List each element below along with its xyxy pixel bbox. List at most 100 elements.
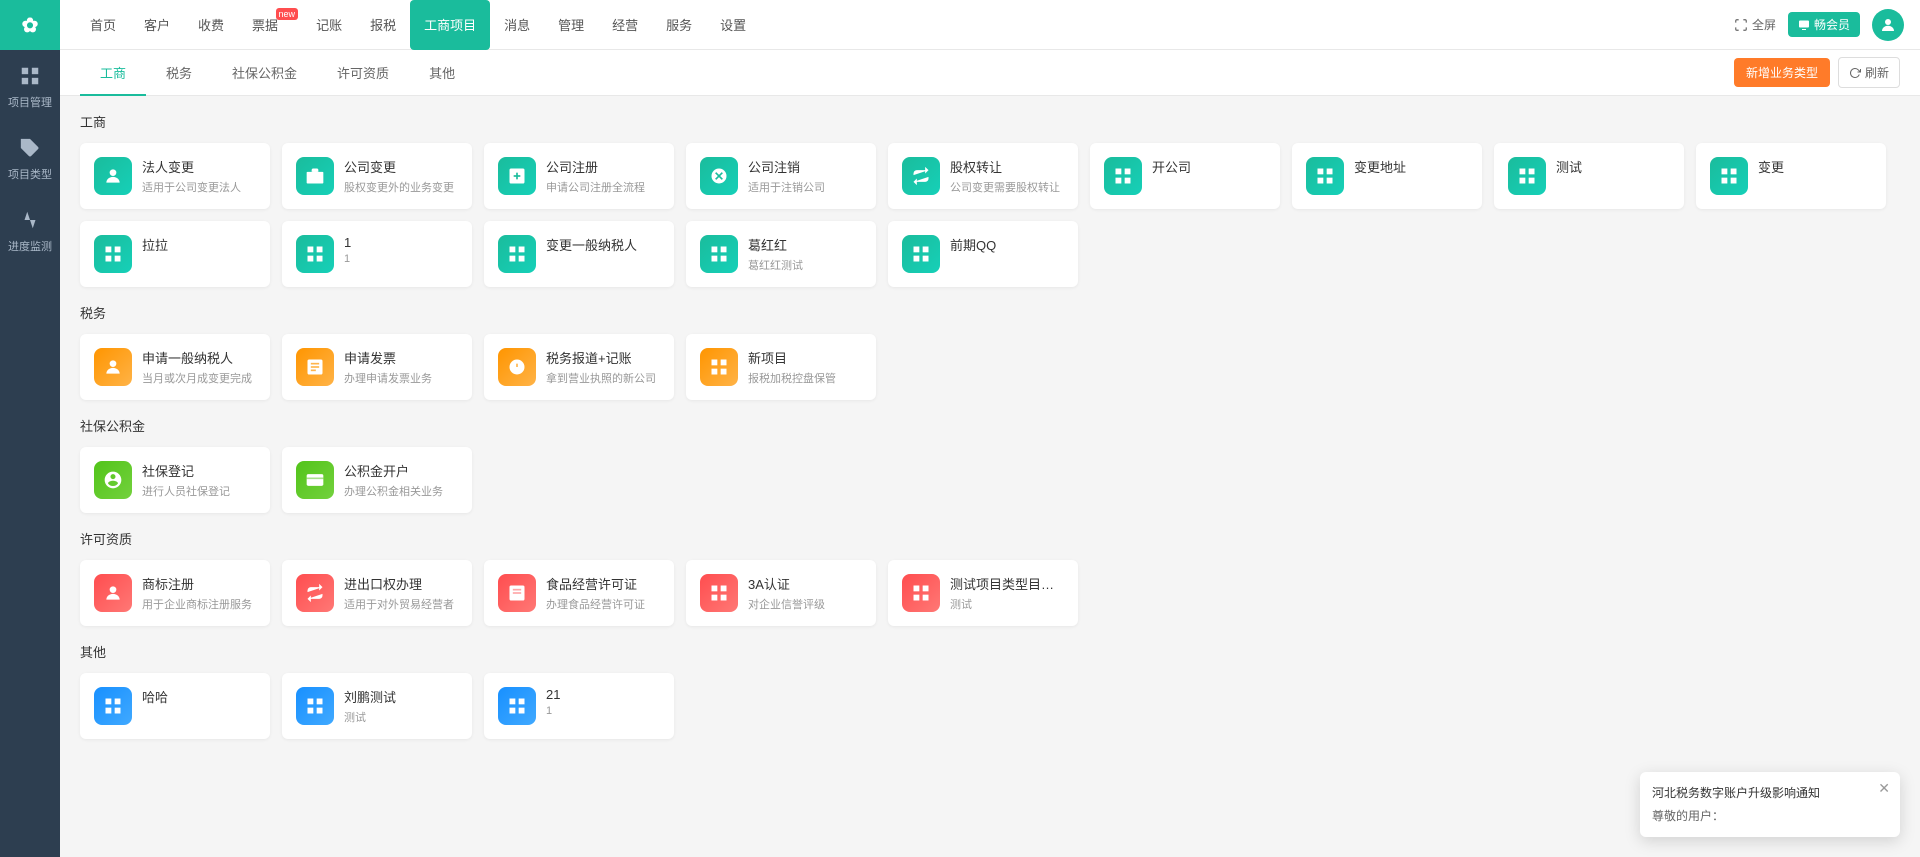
nav-bizreg[interactable]: 工商项目 (410, 0, 490, 50)
card-apply-taxpayer[interactable]: 申请一般纳税人 当月或次月成变更完成 (80, 334, 270, 400)
card-liupeng-test[interactable]: 刘鹏测试 测试 (282, 673, 472, 739)
card-equity-transfer[interactable]: 股权转让 公司变更需要股权转让 (888, 143, 1078, 209)
card-info-twentyone: 21 1 (546, 687, 660, 717)
topnav-right: 全屏 畅会员 (1734, 9, 1904, 41)
notification-close-btn[interactable]: ✕ (1878, 780, 1890, 797)
main-container: 首页 客户 收费 票据new 记账 报税 工商项目 消息 管理 经营 服务 设置… (60, 0, 1920, 857)
card-info-social-reg: 社保登记 进行人员社保登记 (142, 461, 256, 499)
card-3a-cert[interactable]: 3A认证 对企业信誉评级 (686, 560, 876, 626)
cards-grid-xuke: 商标注册 用于企业商标注册服务 进出口权办理 适用于对外贸易经营者 (80, 560, 1900, 626)
card-one[interactable]: 1 1 (282, 221, 472, 287)
nav-customers[interactable]: 客户 (130, 0, 184, 50)
card-name-change: 变更 (1758, 157, 1872, 176)
nav-management[interactable]: 管理 (544, 0, 598, 50)
card-apply-invoice[interactable]: 申请发票 办理申请发票业务 (282, 334, 472, 400)
card-info-one: 1 1 (344, 235, 458, 265)
card-name-legal-change: 法人变更 (142, 157, 256, 176)
card-name-open-company: 开公司 (1152, 157, 1266, 176)
card-icon-liupeng-test (296, 687, 334, 725)
nav-tax[interactable]: 报税 (356, 0, 410, 50)
card-lala[interactable]: 拉拉 (80, 221, 270, 287)
sidebar-item-project-type[interactable]: 项目类型 (0, 122, 60, 194)
nav-home[interactable]: 首页 (76, 0, 130, 50)
nav-settings[interactable]: 设置 (706, 0, 760, 50)
card-name-test-type: 测试项目类型目定义 (950, 574, 1064, 593)
tab-shuiwu[interactable]: 税务 (146, 50, 212, 96)
card-desc-food-license: 办理食品经营许可证 (546, 596, 660, 612)
card-desc-new-project: 报税加税控盘保管 (748, 370, 862, 386)
card-import-export[interactable]: 进出口权办理 适用于对外贸易经营者 (282, 560, 472, 626)
card-test-type[interactable]: 测试项目类型目定义 测试 (888, 560, 1078, 626)
sidebar-item-project-mgmt[interactable]: 项目管理 (0, 50, 60, 122)
cards-grid-shebao: 社保登记 进行人员社保登记 公积金开户 办理公积金相关业务 (80, 447, 1900, 513)
card-company-cancel[interactable]: 公司注销 适用于注销公司 (686, 143, 876, 209)
card-name-import-export: 进出口权办理 (344, 574, 458, 593)
tab-gongshang[interactable]: 工商 (80, 50, 146, 96)
card-change-taxpayer[interactable]: 变更一般纳税人 (484, 221, 674, 287)
section-title-xuke: 许可资质 (80, 529, 1900, 548)
card-company-reg[interactable]: 公司注册 申请公司注册全流程 (484, 143, 674, 209)
card-name-haha: 哈哈 (142, 687, 256, 706)
nav-tickets[interactable]: 票据new (238, 0, 302, 50)
card-haha[interactable]: 哈哈 (80, 673, 270, 739)
nav-accounting[interactable]: 记账 (302, 0, 356, 50)
card-test[interactable]: 测试 (1494, 143, 1684, 209)
card-name-change-taxpayer: 变更一般纳税人 (546, 235, 660, 254)
vip-label: 畅会员 (1814, 16, 1850, 33)
sidebar-item-progress-monitor[interactable]: 进度监测 (0, 194, 60, 266)
card-icon-fund-open (296, 461, 334, 499)
card-info-change-address: 变更地址 (1354, 157, 1468, 179)
card-change-address[interactable]: 变更地址 (1292, 143, 1482, 209)
card-icon-apply-taxpayer (94, 348, 132, 386)
tab-shebao[interactable]: 社保公积金 (212, 50, 317, 96)
tabs-actions: 新增业务类型 刷新 (1734, 57, 1900, 88)
card-icon-twentyone (498, 687, 536, 725)
card-info-apply-invoice: 申请发票 办理申请发票业务 (344, 348, 458, 386)
card-new-project[interactable]: 新项目 报税加税控盘保管 (686, 334, 876, 400)
user-avatar[interactable] (1872, 9, 1904, 41)
logo: ✿ (0, 0, 60, 50)
card-icon-apply-invoice (296, 348, 334, 386)
topnav: 首页 客户 收费 票据new 记账 报税 工商项目 消息 管理 经营 服务 设置… (60, 0, 1920, 50)
card-legal-change[interactable]: 法人变更 适用于公司变更法人 (80, 143, 270, 209)
card-open-company[interactable]: 开公司 (1090, 143, 1280, 209)
card-desc-company-cancel: 适用于注销公司 (748, 179, 862, 195)
tab-other[interactable]: 其他 (409, 50, 475, 96)
nav-service[interactable]: 服务 (652, 0, 706, 50)
tab-xuke[interactable]: 许可资质 (317, 50, 409, 96)
card-company-change[interactable]: 公司变更 股权变更外的业务变更 (282, 143, 472, 209)
add-type-button[interactable]: 新增业务类型 (1734, 58, 1830, 87)
card-desc-liupeng-test: 测试 (344, 709, 458, 725)
card-info-open-company: 开公司 (1152, 157, 1266, 179)
card-desc-twentyone: 1 (546, 705, 660, 717)
cards-grid-gongshang: 法人变更 适用于公司变更法人 公司变更 股权变更外的业务变更 (80, 143, 1900, 287)
card-info-company-reg: 公司注册 申请公司注册全流程 (546, 157, 660, 195)
card-desc-3a-cert: 对企业信誉评级 (748, 596, 862, 612)
card-desc-company-change: 股权变更外的业务变更 (344, 179, 458, 195)
card-gehonghong[interactable]: 葛红红 葛红红测试 (686, 221, 876, 287)
card-social-reg[interactable]: 社保登记 进行人员社保登记 (80, 447, 270, 513)
nav-operations[interactable]: 经营 (598, 0, 652, 50)
vip-btn[interactable]: 畅会员 (1788, 12, 1860, 37)
card-icon-company-cancel (700, 157, 738, 195)
fullscreen-btn[interactable]: 全屏 (1734, 16, 1776, 33)
card-tax-report[interactable]: 税务报道+记账 拿到营业执照的新公司 (484, 334, 674, 400)
sidebar: ✿ 项目管理 项目类型 进度监测 (0, 0, 60, 857)
card-fund-open[interactable]: 公积金开户 办理公积金相关业务 (282, 447, 472, 513)
nav-billing[interactable]: 收费 (184, 0, 238, 50)
card-twentyone[interactable]: 21 1 (484, 673, 674, 739)
card-info-legal-change: 法人变更 适用于公司变更法人 (142, 157, 256, 195)
card-trademark-reg[interactable]: 商标注册 用于企业商标注册服务 (80, 560, 270, 626)
refresh-button[interactable]: 刷新 (1838, 57, 1900, 88)
card-icon-company-change (296, 157, 334, 195)
sidebar-label-project-mgmt: 项目管理 (8, 94, 52, 110)
card-icon-company-reg (498, 157, 536, 195)
card-change[interactable]: 变更 (1696, 143, 1886, 209)
card-food-license[interactable]: 食品经营许可证 办理食品经营许可证 (484, 560, 674, 626)
card-qianqiQQ[interactable]: 前期QQ (888, 221, 1078, 287)
section-title-other: 其他 (80, 642, 1900, 661)
card-info-qianqiQQ: 前期QQ (950, 235, 1064, 257)
card-info-fund-open: 公积金开户 办理公积金相关业务 (344, 461, 458, 499)
card-name-change-address: 变更地址 (1354, 157, 1468, 176)
nav-messages[interactable]: 消息 (490, 0, 544, 50)
